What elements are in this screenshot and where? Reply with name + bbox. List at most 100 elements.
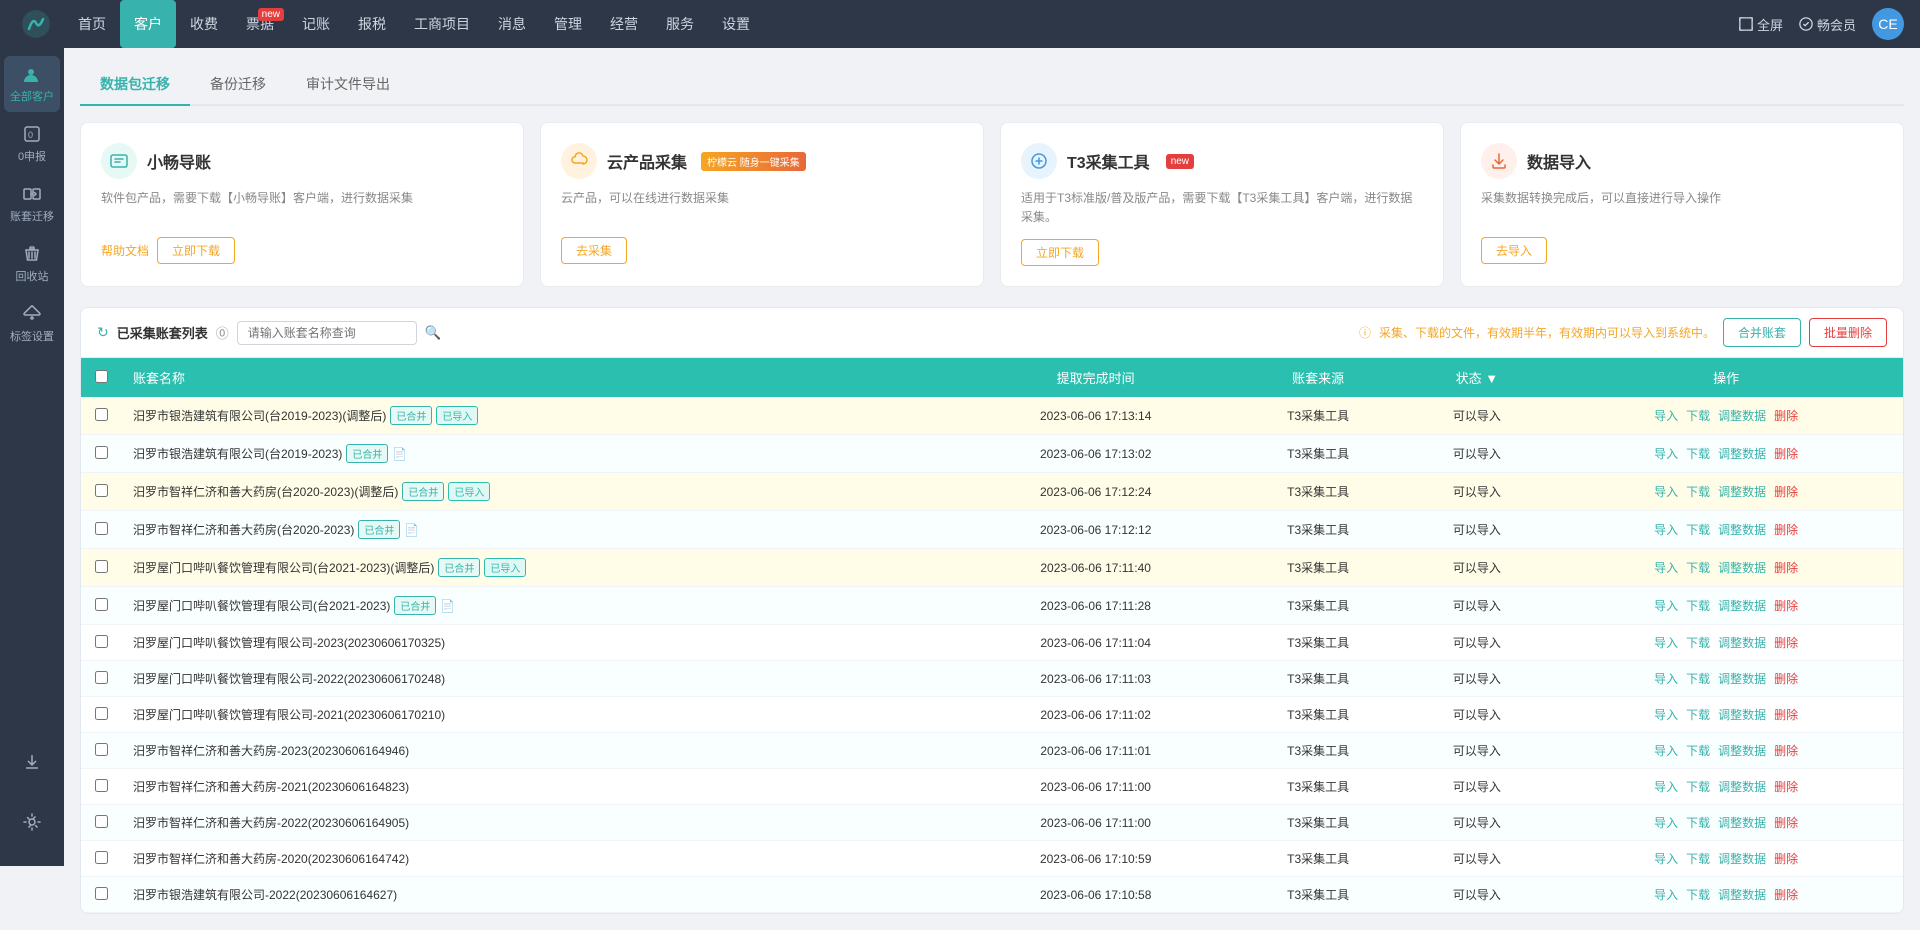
import-action[interactable]: 导入 xyxy=(1654,888,1678,902)
sidebar-item-all-customers[interactable]: 全部客户 xyxy=(4,56,60,112)
import-action[interactable]: 导入 xyxy=(1654,409,1678,423)
app-logo[interactable] xyxy=(16,4,56,44)
adjust-data-action[interactable]: 调整数据 xyxy=(1718,744,1766,758)
import-action[interactable]: 导入 xyxy=(1654,599,1678,613)
sidebar-item-zero-declare[interactable]: 0 0申报 xyxy=(4,116,60,172)
fullscreen-btn[interactable]: 全屏 xyxy=(1739,15,1783,34)
tab-backup-migration[interactable]: 备份迁移 xyxy=(190,64,286,106)
nav-operation[interactable]: 经营 xyxy=(596,0,652,48)
download-action[interactable]: 下载 xyxy=(1686,672,1710,686)
row-checkbox[interactable] xyxy=(95,522,108,535)
download-action[interactable]: 下载 xyxy=(1686,816,1710,830)
xiaochang-help-link[interactable]: 帮助文档 xyxy=(101,242,149,259)
adjust-data-action[interactable]: 调整数据 xyxy=(1718,816,1766,830)
adjust-data-action[interactable]: 调整数据 xyxy=(1718,780,1766,794)
table-help-icon[interactable]: ⓪ xyxy=(216,323,229,342)
row-checkbox[interactable] xyxy=(95,671,108,684)
delete-action[interactable]: 删除 xyxy=(1774,599,1798,613)
download-action[interactable]: 下载 xyxy=(1686,888,1710,902)
adjust-data-action[interactable]: 调整数据 xyxy=(1718,599,1766,613)
adjust-data-action[interactable]: 调整数据 xyxy=(1718,561,1766,575)
xiaochang-download-btn[interactable]: 立即下载 xyxy=(157,237,235,264)
import-action[interactable]: 导入 xyxy=(1654,780,1678,794)
row-checkbox[interactable] xyxy=(95,408,108,421)
cloud-collect-btn[interactable]: 去采集 xyxy=(561,237,627,264)
nav-fee[interactable]: 收费 xyxy=(176,0,232,48)
sidebar-item-migrate[interactable]: 账套迁移 xyxy=(4,176,60,232)
nav-customer[interactable]: 客户 xyxy=(120,0,176,48)
row-checkbox[interactable] xyxy=(95,887,108,900)
adjust-data-action[interactable]: 调整数据 xyxy=(1718,447,1766,461)
adjust-data-action[interactable]: 调整数据 xyxy=(1718,888,1766,902)
merge-accounts-btn[interactable]: 合并账套 xyxy=(1723,318,1801,347)
import-action[interactable]: 导入 xyxy=(1654,744,1678,758)
nav-business[interactable]: 工商项目 xyxy=(400,0,484,48)
delete-action[interactable]: 删除 xyxy=(1774,888,1798,902)
tab-data-migration[interactable]: 数据包迁移 xyxy=(80,64,190,106)
import-action[interactable]: 导入 xyxy=(1654,636,1678,650)
search-input[interactable] xyxy=(237,321,417,345)
import-action[interactable]: 导入 xyxy=(1654,561,1678,575)
t3-download-btn[interactable]: 立即下载 xyxy=(1021,239,1099,266)
download-action[interactable]: 下载 xyxy=(1686,636,1710,650)
row-checkbox[interactable] xyxy=(95,635,108,648)
download-action[interactable]: 下载 xyxy=(1686,780,1710,794)
member-btn[interactable]: 畅会员 xyxy=(1799,15,1856,34)
delete-action[interactable]: 删除 xyxy=(1774,708,1798,722)
import-action[interactable]: 导入 xyxy=(1654,523,1678,537)
row-checkbox[interactable] xyxy=(95,446,108,459)
nav-bookkeeping[interactable]: 记账 xyxy=(288,0,344,48)
download-action[interactable]: 下载 xyxy=(1686,447,1710,461)
delete-action[interactable]: 删除 xyxy=(1774,852,1798,866)
file-icon[interactable]: 📄 xyxy=(392,447,407,461)
nav-settings[interactable]: 设置 xyxy=(708,0,764,48)
delete-action[interactable]: 删除 xyxy=(1774,561,1798,575)
delete-action[interactable]: 删除 xyxy=(1774,744,1798,758)
refresh-icon[interactable]: ↻ xyxy=(97,324,109,341)
row-checkbox[interactable] xyxy=(95,484,108,497)
delete-action[interactable]: 删除 xyxy=(1774,780,1798,794)
import-action[interactable]: 导入 xyxy=(1654,485,1678,499)
adjust-data-action[interactable]: 调整数据 xyxy=(1718,485,1766,499)
download-action[interactable]: 下载 xyxy=(1686,485,1710,499)
row-checkbox[interactable] xyxy=(95,815,108,828)
search-button[interactable]: 🔍 xyxy=(425,325,442,341)
import-action[interactable]: 导入 xyxy=(1654,852,1678,866)
file-icon[interactable]: 📄 xyxy=(404,523,419,537)
row-checkbox[interactable] xyxy=(95,779,108,792)
delete-action[interactable]: 删除 xyxy=(1774,447,1798,461)
row-checkbox[interactable] xyxy=(95,743,108,756)
user-avatar[interactable]: CE xyxy=(1872,8,1904,40)
nav-manage[interactable]: 管理 xyxy=(540,0,596,48)
adjust-data-action[interactable]: 调整数据 xyxy=(1718,523,1766,537)
tab-audit-export[interactable]: 审计文件导出 xyxy=(286,64,410,106)
select-all-checkbox[interactable] xyxy=(95,370,108,383)
nav-tax[interactable]: 报税 xyxy=(344,0,400,48)
download-action[interactable]: 下载 xyxy=(1686,744,1710,758)
adjust-data-action[interactable]: 调整数据 xyxy=(1718,636,1766,650)
nav-service[interactable]: 服务 xyxy=(652,0,708,48)
import-action[interactable]: 导入 xyxy=(1654,672,1678,686)
row-checkbox[interactable] xyxy=(95,598,108,611)
delete-action[interactable]: 删除 xyxy=(1774,816,1798,830)
adjust-data-action[interactable]: 调整数据 xyxy=(1718,852,1766,866)
import-action[interactable]: 导入 xyxy=(1654,816,1678,830)
download-action[interactable]: 下载 xyxy=(1686,599,1710,613)
delete-action[interactable]: 删除 xyxy=(1774,636,1798,650)
row-checkbox[interactable] xyxy=(95,851,108,864)
nav-invoice[interactable]: 票据 new xyxy=(232,0,288,48)
dataimport-goto-btn[interactable]: 去导入 xyxy=(1481,237,1547,264)
delete-action[interactable]: 删除 xyxy=(1774,672,1798,686)
nav-home[interactable]: 首页 xyxy=(64,0,120,48)
row-checkbox[interactable] xyxy=(95,707,108,720)
download-action[interactable]: 下载 xyxy=(1686,708,1710,722)
download-action[interactable]: 下载 xyxy=(1686,561,1710,575)
adjust-data-action[interactable]: 调整数据 xyxy=(1718,672,1766,686)
row-checkbox[interactable] xyxy=(95,560,108,573)
delete-action[interactable]: 删除 xyxy=(1774,409,1798,423)
import-action[interactable]: 导入 xyxy=(1654,708,1678,722)
sidebar-item-recycle[interactable]: 回收站 xyxy=(4,236,60,292)
batch-delete-btn[interactable]: 批量删除 xyxy=(1809,318,1887,347)
sidebar-download[interactable] xyxy=(4,734,60,790)
nav-message[interactable]: 消息 xyxy=(484,0,540,48)
